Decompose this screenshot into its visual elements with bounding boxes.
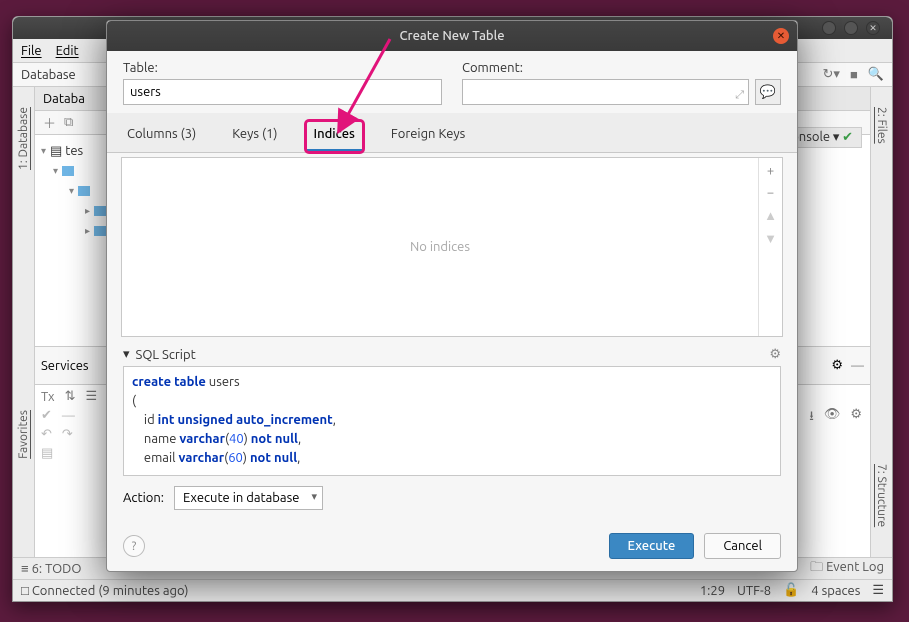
dash-icon: — [62, 409, 75, 423]
dialog-title: Create New Table [399, 29, 504, 43]
download-icon[interactable]: ⭳ [809, 407, 814, 429]
folder-icon [78, 186, 90, 196]
tool-structure-tab[interactable]: 7: Structure [875, 464, 888, 527]
chevron-down-icon[interactable]: ▾ [69, 185, 74, 197]
gear-icon[interactable]: ⚙ [769, 347, 781, 362]
chevron-down-icon: ▾ [833, 130, 840, 144]
status-caret-position: 1:29 [700, 584, 725, 598]
check-icon[interactable]: ✔ [41, 408, 52, 423]
tab-foreign-keys[interactable]: Foreign Keys [383, 121, 473, 152]
redo-icon[interactable]: ↷ [62, 427, 73, 442]
move-down-button[interactable]: ▼ [764, 231, 777, 246]
ide-status-bar: □ Connected (9 minutes ago) 1:29 UTF-8 🔓… [13, 579, 892, 601]
move-up-button[interactable]: ▲ [764, 208, 777, 223]
eye-icon[interactable]: 👁 [824, 407, 841, 429]
sql-script-label: SQL Script [136, 348, 196, 362]
filter-icon[interactable]: ⇅ [65, 389, 76, 404]
status-connection: Connected (9 minutes ago) [32, 584, 189, 598]
ide-left-gutter: 1: Database Favorites [13, 87, 35, 557]
execute-button[interactable]: Execute [609, 533, 695, 559]
event-log-tab[interactable]: 🗀 Event Log [810, 558, 884, 580]
tab-keys[interactable]: Keys (1) [224, 121, 285, 152]
search-icon[interactable]: 🔍 [868, 67, 884, 82]
chevron-right-icon[interactable]: ▸ [85, 205, 90, 217]
check-icon: ✔ [842, 130, 853, 144]
remove-index-button[interactable]: − [767, 186, 774, 200]
chevron-right-icon[interactable]: ▸ [85, 225, 90, 237]
window-minimize-button[interactable] [822, 21, 836, 35]
lock-icon[interactable]: 🔓 [783, 583, 799, 598]
refresh-icon[interactable]: ↻▾ [823, 67, 840, 82]
database-panel-tab[interactable]: Databa [43, 92, 85, 106]
status-indent[interactable]: 4 spaces [811, 584, 860, 598]
services-label[interactable]: Services [41, 359, 89, 373]
comment-input[interactable]: ⤢ [462, 79, 749, 105]
tab-indices[interactable]: Indices [306, 121, 363, 152]
tree-view-icon[interactable]: ☰ [86, 389, 98, 404]
folder-icon [94, 206, 106, 216]
gear-icon[interactable]: ⚙ [831, 358, 843, 373]
menu-file[interactable]: File [21, 44, 42, 58]
dialog-close-button[interactable]: ✕ [773, 28, 789, 44]
window-close-button[interactable]: ✕ [866, 21, 880, 35]
dialog-tabs: Columns (3) Keys (1) Indices Foreign Key… [107, 113, 797, 153]
duplicate-icon[interactable]: ⧉ [64, 115, 73, 130]
add-datasource-icon[interactable]: ＋ [43, 113, 56, 132]
indices-list: No indices + − ▲ ▼ [121, 157, 783, 337]
breadcrumb-database[interactable]: Database [21, 68, 76, 82]
dialog-titlebar: Create New Table ✕ [107, 21, 797, 51]
status-menu-icon[interactable]: ☰ [872, 583, 884, 598]
expand-icon[interactable]: ⤢ [735, 89, 744, 102]
tab-columns[interactable]: Columns (3) [119, 121, 204, 152]
list-icon[interactable]: ▤ [41, 446, 53, 461]
tool-database-tab[interactable]: 1: Database [17, 107, 30, 170]
tool-favorites-tab[interactable]: Favorites [17, 410, 30, 459]
stop-icon[interactable]: ■ [850, 67, 858, 82]
chevron-down-icon[interactable]: ▾ [41, 145, 46, 157]
folder-icon [62, 166, 74, 176]
folder-icon [94, 226, 106, 236]
tx-label: Tx [41, 390, 55, 404]
gear-icon[interactable]: ⚙ [850, 407, 862, 429]
action-label: Action: [123, 491, 164, 505]
tool-files-tab[interactable]: 2: Files [875, 107, 888, 144]
help-button[interactable]: ? [123, 535, 145, 557]
hide-icon[interactable]: — [851, 359, 864, 373]
cancel-button[interactable]: Cancel [704, 533, 781, 559]
sql-script-editor[interactable]: create table users ( id int unsigned aut… [123, 366, 781, 476]
chevron-down-icon[interactable]: ▾ [123, 347, 130, 362]
table-name-label: Table: [123, 61, 442, 75]
add-index-button[interactable]: + [767, 164, 774, 178]
action-select[interactable]: Execute in database [174, 486, 323, 510]
comment-extra-button[interactable]: 💬 [755, 79, 781, 105]
db-node-root[interactable]: ▤ tes [50, 144, 83, 159]
todo-tool-tab[interactable]: ≡ 6: TODO [21, 561, 81, 576]
window-maximize-button[interactable] [844, 21, 858, 35]
create-table-dialog: Create New Table ✕ Table: Comment: ⤢ 💬 C… [106, 20, 798, 572]
menu-edit[interactable]: Edit [56, 44, 79, 58]
table-name-input[interactable] [123, 79, 442, 105]
comment-label: Comment: [462, 61, 781, 75]
undo-icon[interactable]: ↶ [41, 427, 52, 442]
indices-empty-label: No indices [122, 158, 758, 336]
ide-right-gutter: 2: Files 7: Structure [870, 87, 892, 557]
chevron-down-icon[interactable]: ▾ [53, 165, 58, 177]
status-encoding[interactable]: UTF-8 [737, 584, 771, 598]
